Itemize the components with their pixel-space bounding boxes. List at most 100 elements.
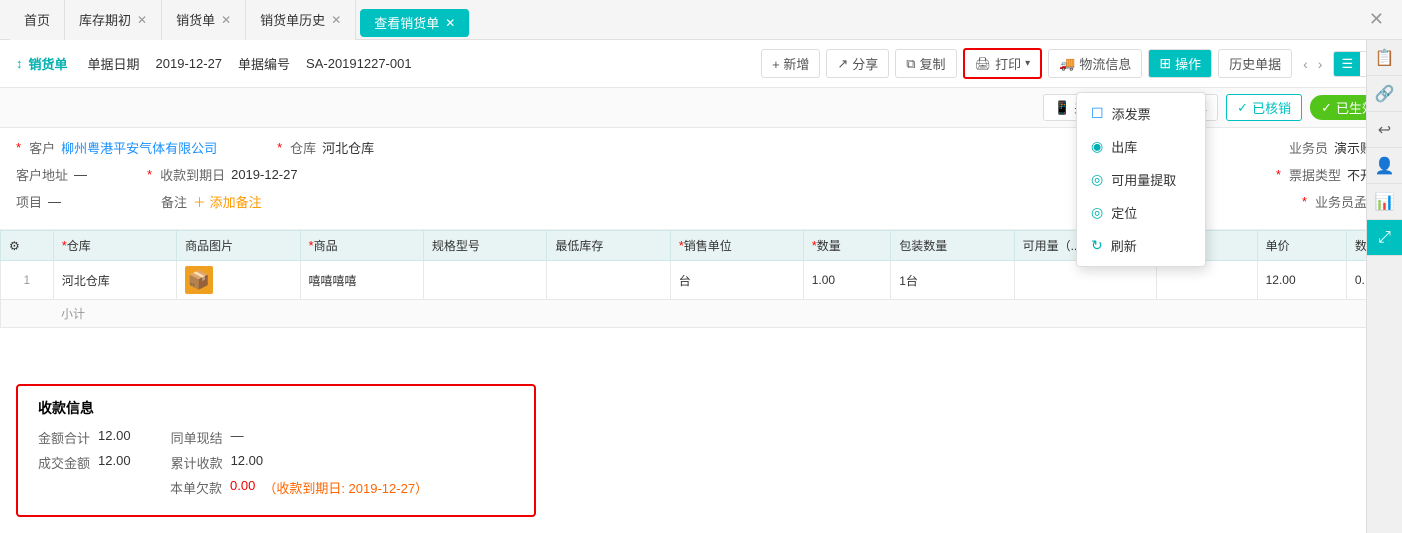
tab-bar: 首页 库存期初 ✕ 销货单 ✕ 销货单历史 ✕ 查看销货单 ✕ ✕ — [0, 0, 1402, 40]
payment-info-box: 收款信息 金额合计 12.00 同单现结 — 成交金额 12.00 — [16, 384, 536, 517]
doc-title: ↕ 销货单 — [16, 54, 68, 73]
print-label: 打印 — [995, 54, 1021, 73]
subtotal-row: 小计 — [1, 300, 1402, 328]
share-icon: ↗ — [837, 56, 848, 72]
outbound-label: 出库 — [1111, 137, 1137, 156]
sidebar-link-icon[interactable]: 🔗 — [1367, 76, 1402, 112]
sidebar-user-icon[interactable]: 👤 — [1367, 148, 1402, 184]
ticket-label: 票据类型 — [1289, 165, 1341, 184]
tab-view-sales-label: 查看销货单 — [374, 13, 439, 32]
col-spec: 规格型号 — [423, 231, 546, 261]
dropdown-outbound[interactable]: ◉ 出库 — [1077, 130, 1205, 163]
note-label: 备注 — [161, 192, 187, 211]
add-invoice-label: 添发票 — [1112, 104, 1151, 123]
row-qty: 1.00 — [803, 261, 890, 300]
row-min-stock — [547, 261, 670, 300]
share-button[interactable]: ↗ 分享 — [826, 49, 889, 78]
mobile-icon: 📱 — [1054, 100, 1070, 116]
doc-header: ↕ 销货单 单据日期 2019-12-27 单据编号 SA-20191227-0… — [0, 40, 1402, 88]
print-dropdown-arrow[interactable]: ▾ — [1025, 58, 1030, 69]
row-spec — [423, 261, 546, 300]
prev-arrow[interactable]: ‹ — [1298, 54, 1313, 74]
row-price: 12.00 — [1257, 261, 1346, 300]
tab-sales-order[interactable]: 销货单 ✕ — [162, 0, 246, 40]
reviewed-button[interactable]: ✓ 已核销 — [1226, 94, 1302, 121]
payment-title: 收款信息 — [38, 398, 514, 418]
sidebar-return-icon[interactable]: ↩ — [1367, 112, 1402, 148]
customer-value[interactable]: 柳州粤港平安气体有限公司 — [61, 138, 217, 157]
close-view-sales-tab-icon[interactable]: ✕ — [445, 16, 455, 30]
subtotal-label: 小计 — [1, 300, 1402, 328]
sidebar-chart-icon[interactable]: 📊 — [1367, 184, 1402, 220]
copy-button[interactable]: ⧉ 复制 — [895, 49, 956, 78]
same-order-label: 同单现结 — [171, 428, 223, 447]
date-label: 单据日期 — [88, 54, 140, 73]
history-button[interactable]: 历史单据 — [1218, 49, 1292, 78]
close-inventory-tab-icon[interactable]: ✕ — [137, 13, 147, 27]
cumulative-value: 12.00 — [231, 453, 264, 472]
payment-row-2: 成交金额 12.00 累计收款 12.00 — [38, 453, 514, 472]
sidebar-doc-icon[interactable]: 📋 — [1367, 40, 1402, 76]
logistics-label: 物流信息 — [1079, 54, 1131, 73]
total-label: 金额合计 — [38, 428, 90, 447]
print-icon: 🖨 — [975, 56, 992, 72]
tab-inventory-init[interactable]: 库存期初 ✕ — [65, 0, 162, 40]
owed-field: 本单欠款 0.00 （收款到期日: 2019-12-27） — [170, 478, 428, 497]
sidebar-expand-icon[interactable]: ⤢ — [1367, 220, 1402, 256]
new-button[interactable]: + 新增 — [761, 49, 820, 78]
tab-sales-order-label: 销货单 — [176, 10, 215, 29]
product-img-icon: 📦 — [188, 270, 210, 291]
date-value: 2019-12-27 — [156, 56, 223, 71]
dropdown-refresh[interactable]: ↻ 刷新 — [1077, 229, 1205, 262]
owed-label: 本单欠款 — [170, 478, 222, 497]
transaction-value: 12.00 — [98, 453, 131, 472]
project-field: 项目 — — [16, 192, 61, 211]
logistics-button[interactable]: 🚚 物流信息 — [1048, 49, 1142, 78]
col-warehouse: *仓库 — [53, 231, 176, 261]
add-note-btn[interactable]: ＋ 添加备注 — [193, 192, 262, 211]
check-icon: ✓ — [1237, 100, 1248, 116]
copy-label: 复制 — [920, 54, 946, 73]
tab-view-sales[interactable]: 查看销货单 ✕ — [360, 9, 470, 37]
cumulative-field: 累计收款 12.00 — [171, 453, 264, 472]
transaction-field: 成交金额 12.00 — [38, 453, 131, 472]
tab-inventory-label: 库存期初 — [79, 10, 131, 29]
due-note: （收款到期日: 2019-12-27） — [263, 478, 428, 497]
doc-actions: + 新增 ↗ 分享 ⧉ 复制 🖨 打印 ▾ 🚚 物流信息 — [761, 48, 1386, 79]
tab-home[interactable]: 首页 — [10, 0, 65, 40]
close-sales-history-tab-icon[interactable]: ✕ — [331, 13, 341, 27]
print-button[interactable]: 🖨 打印 ▾ — [963, 48, 1043, 79]
window-close-icon[interactable]: ✕ — [1361, 9, 1392, 29]
col-settings[interactable]: ⚙ — [1, 231, 54, 261]
next-arrow[interactable]: › — [1313, 54, 1328, 74]
dropdown-locate[interactable]: ◎ 定位 — [1077, 196, 1205, 229]
add-invoice-icon: ☐ — [1091, 105, 1104, 122]
total-value: 12.00 — [98, 428, 131, 447]
warehouse-required-marker: * — [277, 140, 282, 155]
ticket-required: * — [1276, 167, 1281, 182]
available-label: 可用量提取 — [1111, 170, 1176, 189]
address-label: 客户地址 — [16, 165, 68, 184]
col-pkg-qty: 包装数量 — [891, 231, 1014, 261]
col-unit: *销售单位 — [670, 231, 803, 261]
salesperson-required: * — [1302, 194, 1307, 209]
number-value: SA-20191227-001 — [306, 56, 412, 71]
ops-dropdown: ☐ 添发票 ◉ 出库 ◎ 可用量提取 ◎ 定位 ↻ 刷新 — [1076, 92, 1206, 267]
nav-arrows: ‹ › — [1298, 54, 1327, 74]
dropdown-add-invoice[interactable]: ☐ 添发票 — [1077, 97, 1205, 130]
project-label: 项目 — [16, 192, 42, 211]
view-list-icon[interactable]: ☰ — [1334, 52, 1360, 76]
same-order-field: 同单现结 — — [171, 428, 244, 447]
col-qty: *数量 — [803, 231, 890, 261]
tab-sales-history[interactable]: 销货单历史 ✕ — [246, 0, 356, 40]
address-value: — — [74, 167, 87, 182]
effective-check-icon: ✓ — [1321, 100, 1332, 116]
locate-icon: ◎ — [1091, 204, 1103, 221]
row-img: 📦 — [177, 261, 300, 300]
close-sales-order-tab-icon[interactable]: ✕ — [221, 13, 231, 27]
ops-button[interactable]: ⊞ 操作 — [1148, 49, 1212, 78]
customer-field: * 客户 柳州粤港平安气体有限公司 — [16, 138, 217, 157]
reviewed-label: 已核销 — [1252, 98, 1291, 117]
dropdown-available[interactable]: ◎ 可用量提取 — [1077, 163, 1205, 196]
available-icon: ◎ — [1091, 171, 1103, 188]
